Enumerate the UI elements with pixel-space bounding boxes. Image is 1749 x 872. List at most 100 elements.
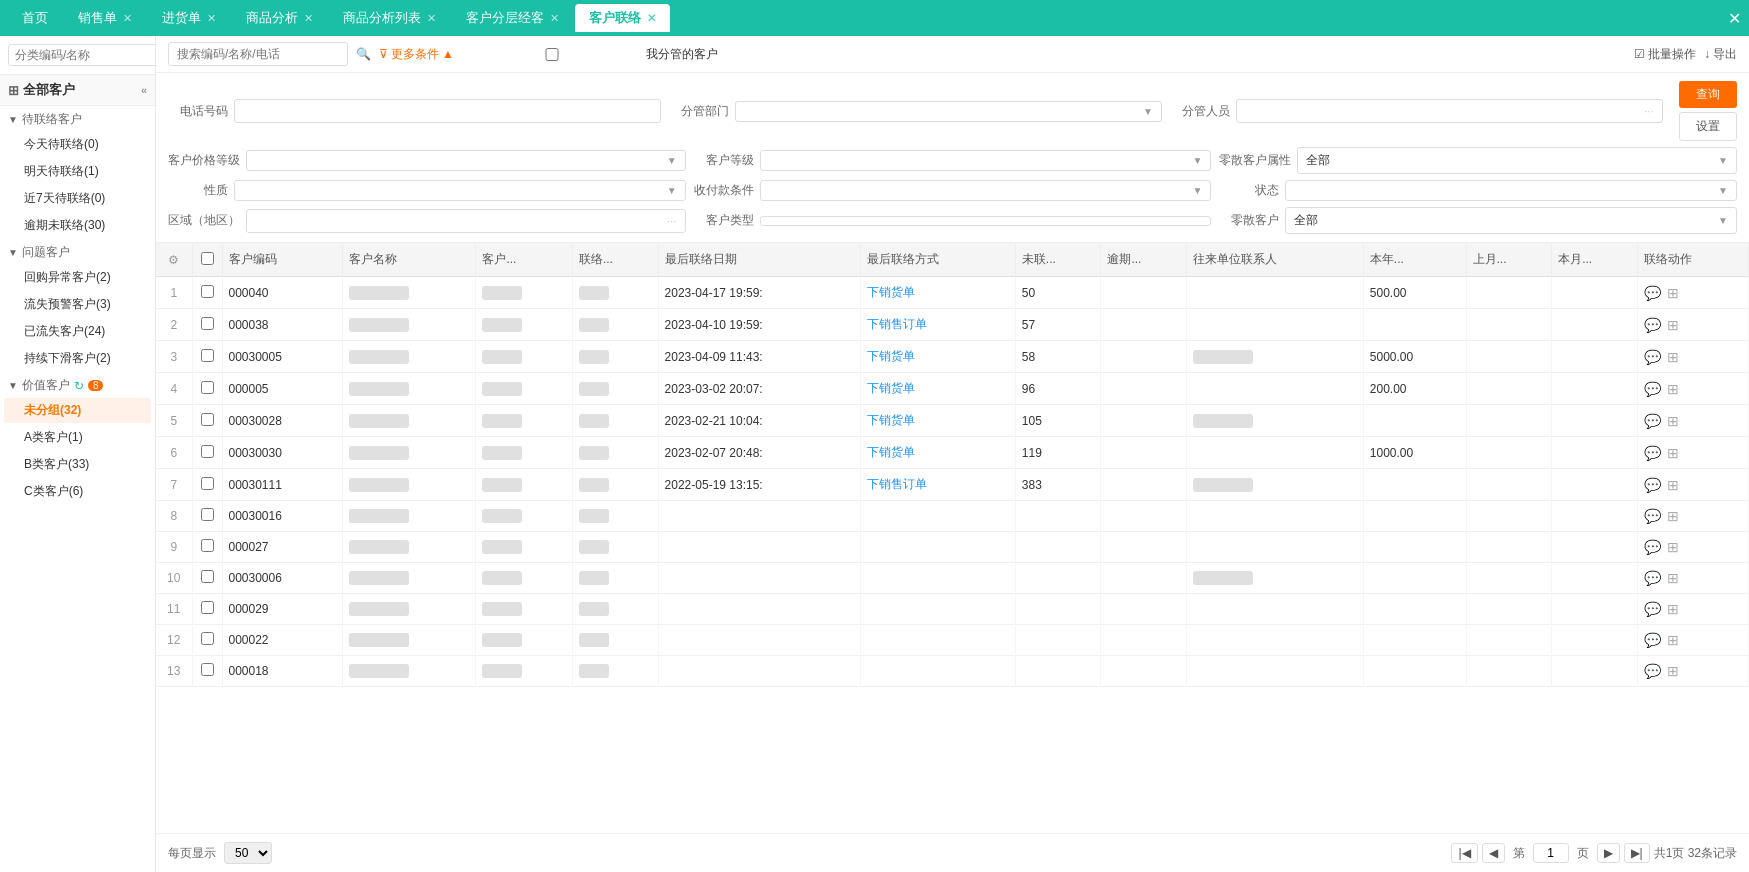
filter-search-icon[interactable]: 🔍 bbox=[356, 47, 371, 61]
sidebar-search-input[interactable] bbox=[8, 44, 156, 66]
all-customers-header[interactable]: ⊞ 全部客户 « bbox=[0, 75, 155, 106]
more-icon[interactable]: ⊞ bbox=[1667, 349, 1679, 365]
reset-button[interactable]: 设置 bbox=[1679, 112, 1737, 141]
tab-home[interactable]: 首页 bbox=[8, 4, 62, 32]
sidebar-item-b-type[interactable]: B类客户(33) bbox=[4, 452, 151, 477]
more-icon[interactable]: ⊞ bbox=[1667, 445, 1679, 461]
query-button[interactable]: 查询 bbox=[1679, 81, 1737, 108]
row-check[interactable] bbox=[192, 341, 222, 373]
sidebar-item-abnormal[interactable]: 回购异常客户(2) bbox=[4, 265, 151, 290]
col-check-all[interactable] bbox=[192, 243, 222, 277]
next-page-button[interactable]: ▶ bbox=[1597, 843, 1620, 863]
contact-icon[interactable]: 💬 bbox=[1644, 381, 1661, 397]
sidebar-item-c-type[interactable]: C类客户(6) bbox=[4, 479, 151, 504]
more-icon[interactable]: ⊞ bbox=[1667, 539, 1679, 555]
more-icon[interactable]: ⊞ bbox=[1667, 477, 1679, 493]
row-last-way[interactable]: 下销货单 bbox=[860, 405, 1015, 437]
retail-attr-select[interactable]: 全部 ▼ bbox=[1297, 147, 1737, 174]
row-last-way[interactable] bbox=[860, 594, 1015, 625]
row-last-way[interactable] bbox=[860, 625, 1015, 656]
contact-icon[interactable]: 💬 bbox=[1644, 445, 1661, 461]
dept-select[interactable]: ▼ bbox=[735, 101, 1162, 122]
sidebar-item-a-type[interactable]: A类客户(1) bbox=[4, 425, 151, 450]
contact-icon[interactable]: 💬 bbox=[1644, 601, 1661, 617]
page-input[interactable] bbox=[1533, 843, 1569, 863]
tab-product-analysis-list-close[interactable]: ✕ bbox=[427, 4, 436, 32]
row-last-way[interactable]: 下销货单 bbox=[860, 373, 1015, 405]
more-conditions-button[interactable]: ⊽ 更多条件 ▲ bbox=[379, 46, 454, 63]
last-page-button[interactable]: ▶| bbox=[1624, 843, 1650, 863]
tab-sales[interactable]: 销售单 ✕ bbox=[64, 4, 146, 32]
phone-input[interactable] bbox=[234, 99, 661, 123]
contact-icon[interactable]: 💬 bbox=[1644, 539, 1661, 555]
sidebar-item-unsorted[interactable]: 未分组(32) bbox=[4, 398, 151, 423]
tab-purchase-close[interactable]: ✕ bbox=[207, 4, 216, 32]
row-last-way[interactable]: 下销货单 bbox=[860, 277, 1015, 309]
row-last-way[interactable]: 下销售订单 bbox=[860, 309, 1015, 341]
row-last-way[interactable] bbox=[860, 501, 1015, 532]
col-settings[interactable]: ⚙ bbox=[156, 243, 192, 277]
row-check[interactable] bbox=[192, 532, 222, 563]
contact-icon[interactable]: 💬 bbox=[1644, 317, 1661, 333]
tab-customer-segment-close[interactable]: ✕ bbox=[550, 4, 559, 32]
row-check[interactable] bbox=[192, 469, 222, 501]
contact-icon[interactable]: 💬 bbox=[1644, 285, 1661, 301]
row-check[interactable] bbox=[192, 405, 222, 437]
more-icon[interactable]: ⊞ bbox=[1667, 317, 1679, 333]
search-input[interactable] bbox=[168, 42, 348, 66]
prev-page-button[interactable]: ◀ bbox=[1482, 843, 1505, 863]
refresh-icon[interactable]: ↻ bbox=[74, 379, 84, 393]
price-level-select[interactable]: ▼ bbox=[246, 150, 686, 171]
my-customers-check[interactable] bbox=[462, 48, 642, 61]
tab-sales-close[interactable]: ✕ bbox=[123, 4, 132, 32]
row-last-way[interactable] bbox=[860, 656, 1015, 687]
tab-product-analysis-list[interactable]: 商品分析列表 ✕ bbox=[329, 4, 450, 32]
more-icon[interactable]: ⊞ bbox=[1667, 381, 1679, 397]
more-icon[interactable]: ⊞ bbox=[1667, 632, 1679, 648]
row-check[interactable] bbox=[192, 594, 222, 625]
contact-icon[interactable]: 💬 bbox=[1644, 632, 1661, 648]
customer-level-select[interactable]: ▼ bbox=[760, 150, 1212, 171]
row-last-way[interactable] bbox=[860, 563, 1015, 594]
sidebar-item-declining[interactable]: 持续下滑客户(2) bbox=[4, 346, 151, 371]
contact-icon[interactable]: 💬 bbox=[1644, 570, 1661, 586]
tab-product-analysis[interactable]: 商品分析 ✕ bbox=[232, 4, 327, 32]
customer-type-select[interactable] bbox=[760, 216, 1212, 226]
tab-customer-segment[interactable]: 客户分层经客 ✕ bbox=[452, 4, 573, 32]
pending-contact-group[interactable]: ▼ 待联络客户 bbox=[0, 106, 155, 131]
row-check[interactable] bbox=[192, 309, 222, 341]
staff-select[interactable]: ··· bbox=[1236, 99, 1663, 123]
sidebar-item-today[interactable]: 今天待联络(0) bbox=[4, 132, 151, 157]
first-page-button[interactable]: |◀ bbox=[1451, 843, 1477, 863]
row-check[interactable] bbox=[192, 437, 222, 469]
row-check[interactable] bbox=[192, 625, 222, 656]
retail-customer-select[interactable]: 全部 ▼ bbox=[1285, 207, 1737, 234]
contact-icon[interactable]: 💬 bbox=[1644, 413, 1661, 429]
more-icon[interactable]: ⊞ bbox=[1667, 570, 1679, 586]
tab-product-analysis-close[interactable]: ✕ bbox=[304, 4, 313, 32]
export-button[interactable]: ↓ 导出 bbox=[1704, 46, 1737, 63]
sidebar-item-tomorrow[interactable]: 明天待联络(1) bbox=[4, 159, 151, 184]
row-check[interactable] bbox=[192, 373, 222, 405]
row-last-way[interactable]: 下销货单 bbox=[860, 437, 1015, 469]
more-icon[interactable]: ⊞ bbox=[1667, 413, 1679, 429]
more-icon[interactable]: ⊞ bbox=[1667, 663, 1679, 679]
check-all-checkbox[interactable] bbox=[201, 252, 214, 265]
batch-operation-button[interactable]: ☑ 批量操作 bbox=[1634, 46, 1696, 63]
more-icon[interactable]: ⊞ bbox=[1667, 508, 1679, 524]
tab-purchase[interactable]: 进货单 ✕ bbox=[148, 4, 230, 32]
sidebar-item-churn-warning[interactable]: 流失预警客户(3) bbox=[4, 292, 151, 317]
payment-select[interactable]: ▼ bbox=[760, 180, 1212, 201]
row-last-way[interactable]: 下销售订单 bbox=[860, 469, 1015, 501]
area-select[interactable]: ··· bbox=[246, 209, 686, 233]
nav-close-button[interactable]: ✕ bbox=[1728, 9, 1741, 28]
contact-icon[interactable]: 💬 bbox=[1644, 349, 1661, 365]
row-check[interactable] bbox=[192, 277, 222, 309]
nature-select[interactable]: ▼ bbox=[234, 180, 686, 201]
sidebar-item-overdue[interactable]: 逾期未联络(30) bbox=[4, 213, 151, 238]
row-check[interactable] bbox=[192, 501, 222, 532]
problem-customers-group[interactable]: ▼ 问题客户 bbox=[0, 239, 155, 264]
contact-icon[interactable]: 💬 bbox=[1644, 477, 1661, 493]
contact-icon[interactable]: 💬 bbox=[1644, 508, 1661, 524]
row-last-way[interactable]: 下销货单 bbox=[860, 341, 1015, 373]
